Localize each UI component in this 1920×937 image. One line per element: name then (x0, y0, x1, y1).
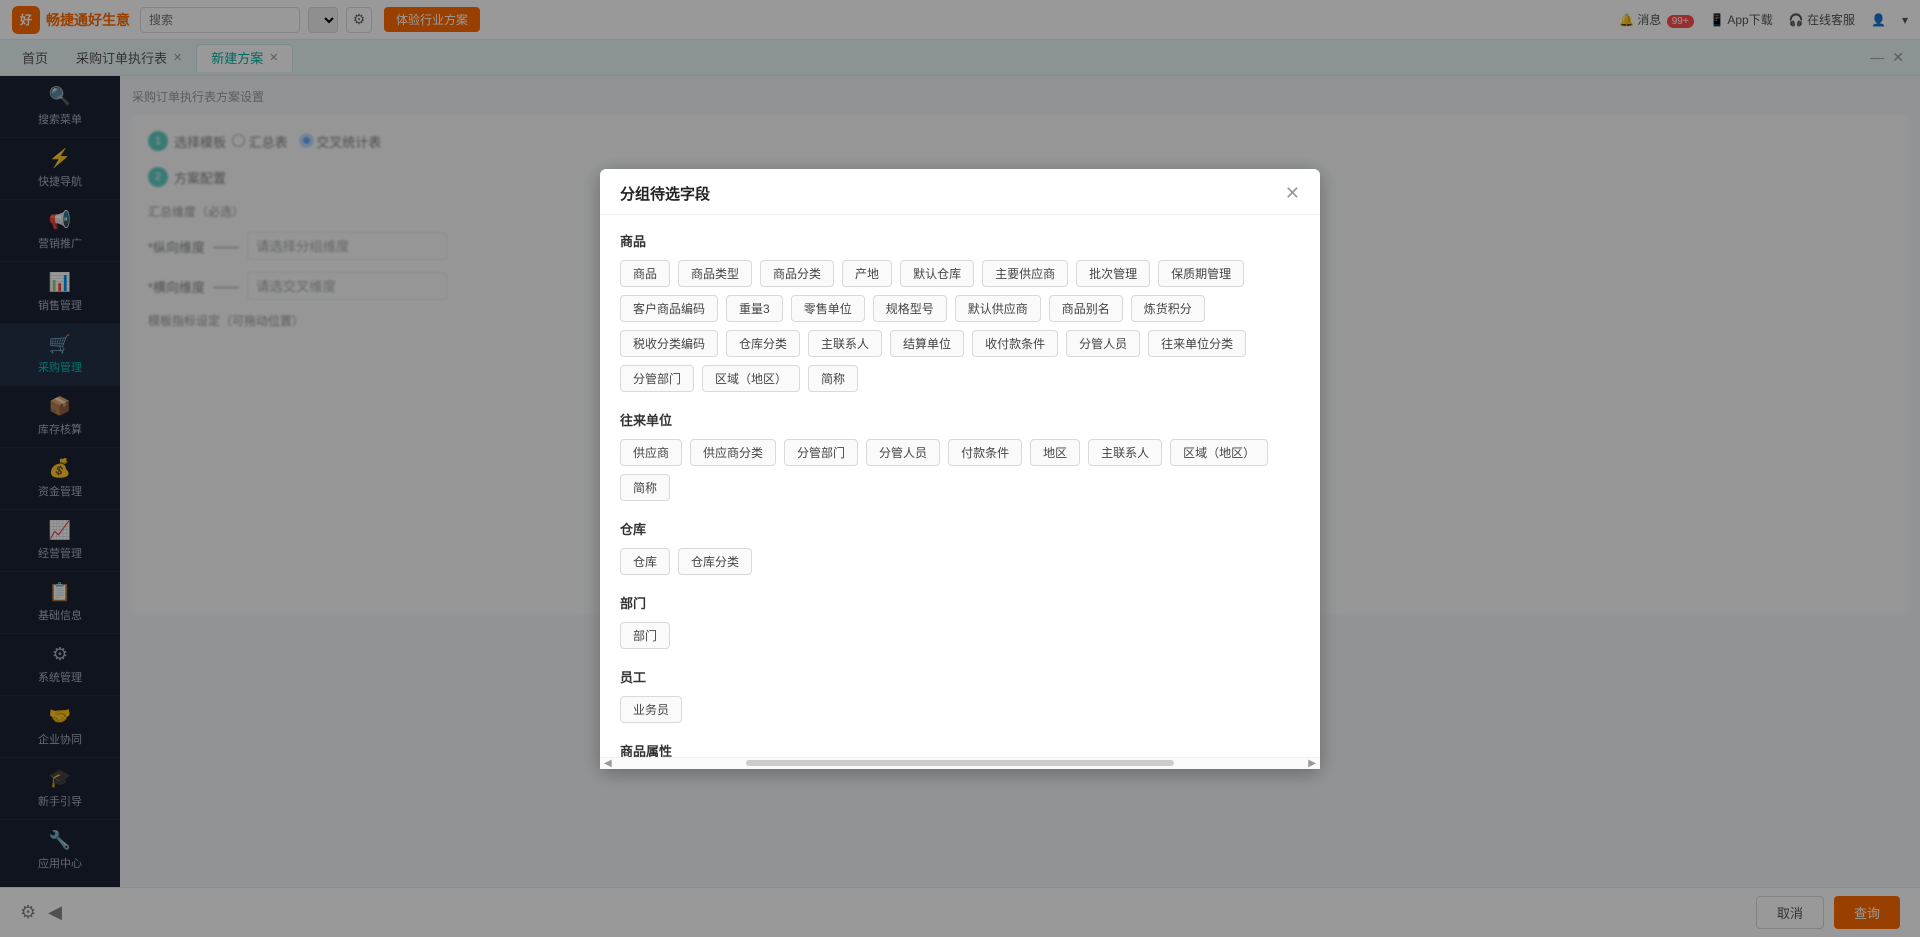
section-dept: 部门 部门 (620, 593, 1300, 649)
tag-product-alias[interactable]: 商品别名 (1049, 295, 1123, 322)
tag-payment-cond[interactable]: 付款条件 (948, 439, 1022, 466)
section-dept-title: 部门 (620, 593, 1300, 612)
tag-main-contact[interactable]: 主联系人 (808, 330, 882, 357)
modal-body[interactable]: 商品 商品 商品类型 商品分类 产地 默认仓库 主要供应商 批次管理 保质期管理… (600, 215, 1320, 757)
section-product: 商品 商品 商品类型 商品分类 产地 默认仓库 主要供应商 批次管理 保质期管理… (620, 231, 1300, 392)
tag-retail-unit[interactable]: 零售单位 (791, 295, 865, 322)
section-product-title: 商品 (620, 231, 1300, 250)
tag-tax-code[interactable]: 税收分类编码 (620, 330, 718, 357)
tag-warehouse-category[interactable]: 仓库分类 (678, 548, 752, 575)
tag-supervised-staff[interactable]: 分管人员 (866, 439, 940, 466)
tag-warehouse[interactable]: 仓库 (620, 548, 670, 575)
tag-warehouse-cat[interactable]: 仓库分类 (726, 330, 800, 357)
section-partner-title: 往来单位 (620, 410, 1300, 429)
modal-close-button[interactable]: ✕ (1285, 184, 1300, 202)
section-staff-tags: 业务员 (620, 696, 1300, 723)
tag-dept-managed[interactable]: 分管部门 (620, 365, 694, 392)
section-product-attr-title: 商品属性 (620, 741, 1300, 757)
tag-spec-model[interactable]: 规格型号 (873, 295, 947, 322)
tag-partner-cat[interactable]: 往来单位分类 (1148, 330, 1246, 357)
tag-product-type[interactable]: 商品类型 (678, 260, 752, 287)
section-partner-tags: 供应商 供应商分类 分管部门 分管人员 付款条件 地区 主联系人 区域（地区） … (620, 439, 1300, 501)
tag-main-contact-2[interactable]: 主联系人 (1088, 439, 1162, 466)
tag-department[interactable]: 部门 (620, 622, 670, 649)
modal-dialog: 分组待选字段 ✕ 商品 商品 商品类型 商品分类 产地 默认仓库 主要供应商 批… (600, 169, 1320, 769)
tag-expiry-mgmt[interactable]: 保质期管理 (1158, 260, 1244, 287)
section-staff: 员工 业务员 (620, 667, 1300, 723)
tag-product-category[interactable]: 商品分类 (760, 260, 834, 287)
tag-settlement-unit[interactable]: 结算单位 (890, 330, 964, 357)
tag-batch-mgmt[interactable]: 批次管理 (1076, 260, 1150, 287)
section-warehouse: 仓库 仓库 仓库分类 (620, 519, 1300, 575)
tag-supervisor[interactable]: 分管人员 (1066, 330, 1140, 357)
section-partner: 往来单位 供应商 供应商分类 分管部门 分管人员 付款条件 地区 主联系人 区域… (620, 410, 1300, 501)
tag-abbr-product[interactable]: 简称 (808, 365, 858, 392)
tag-salesperson[interactable]: 业务员 (620, 696, 682, 723)
tag-product[interactable]: 商品 (620, 260, 670, 287)
tag-region-partner[interactable]: 地区 (1030, 439, 1080, 466)
hscroll-left-arrow[interactable]: ◀ (604, 758, 612, 769)
section-dept-tags: 部门 (620, 622, 1300, 649)
hscroll-bar[interactable] (746, 760, 1173, 766)
tag-region-product[interactable]: 区域（地区） (702, 365, 800, 392)
tag-points[interactable]: 炼货积分 (1131, 295, 1205, 322)
modal-hscrollbar[interactable]: ◀ ▶ (600, 757, 1320, 769)
section-staff-title: 员工 (620, 667, 1300, 686)
tag-supplier[interactable]: 供应商 (620, 439, 682, 466)
tag-default-supplier[interactable]: 默认供应商 (955, 295, 1041, 322)
tag-abbr-partner[interactable]: 简称 (620, 474, 670, 501)
tag-weight[interactable]: 重量3 (726, 295, 783, 322)
modal-overlay: 分组待选字段 ✕ 商品 商品 商品类型 商品分类 产地 默认仓库 主要供应商 批… (0, 0, 1920, 937)
tag-main-supplier[interactable]: 主要供应商 (982, 260, 1068, 287)
tag-payment-terms[interactable]: 收付款条件 (972, 330, 1058, 357)
modal-header: 分组待选字段 ✕ (600, 169, 1320, 215)
tag-region-area[interactable]: 区域（地区） (1170, 439, 1268, 466)
section-warehouse-tags: 仓库 仓库分类 (620, 548, 1300, 575)
section-product-attr: 商品属性 属性 颜色 多规格 尺码 鞋码 1 (620, 741, 1300, 757)
tag-supplier-cat[interactable]: 供应商分类 (690, 439, 776, 466)
hscroll-right-arrow[interactable]: ▶ (1308, 758, 1316, 769)
section-product-tags: 商品 商品类型 商品分类 产地 默认仓库 主要供应商 批次管理 保质期管理 客户… (620, 260, 1300, 392)
tag-default-warehouse[interactable]: 默认仓库 (900, 260, 974, 287)
section-warehouse-title: 仓库 (620, 519, 1300, 538)
tag-origin[interactable]: 产地 (842, 260, 892, 287)
tag-customer-code[interactable]: 客户商品编码 (620, 295, 718, 322)
modal-title: 分组待选字段 (620, 183, 710, 204)
tag-dept-managed-2[interactable]: 分管部门 (784, 439, 858, 466)
